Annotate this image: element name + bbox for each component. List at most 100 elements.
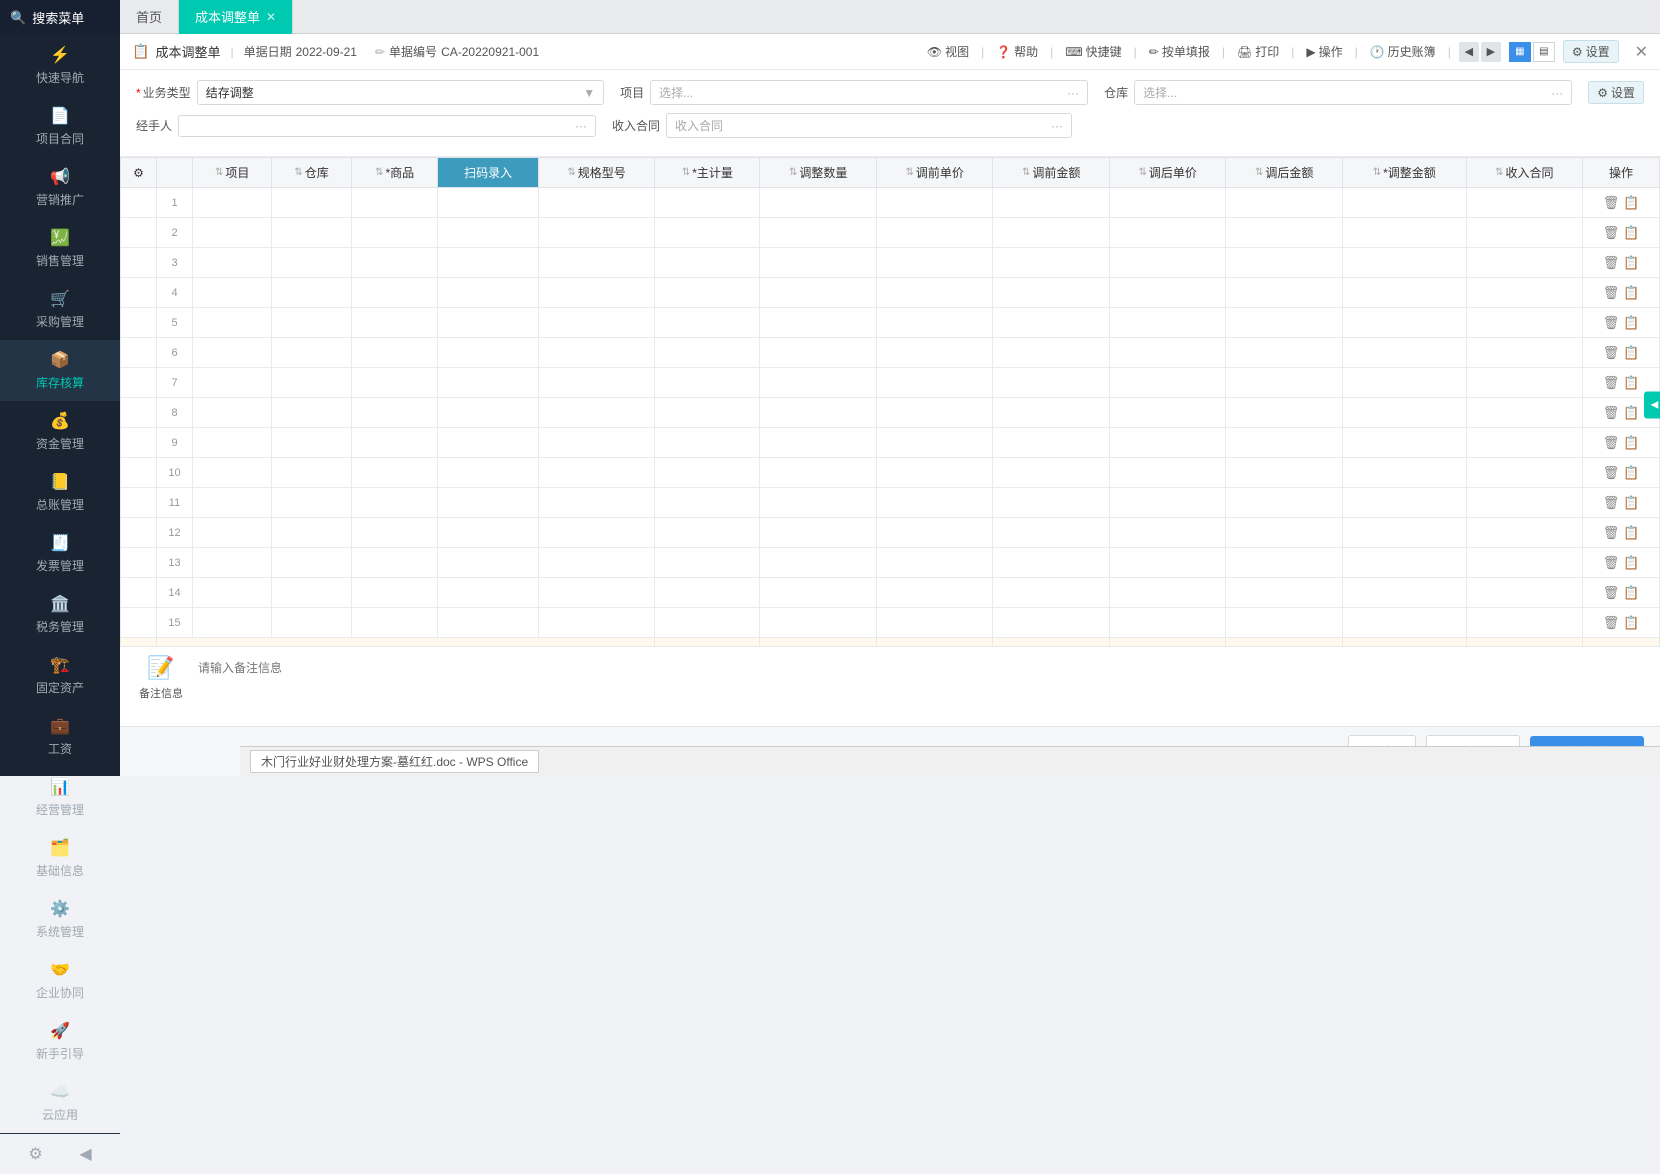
data-cell[interactable]	[193, 488, 272, 518]
data-cell[interactable]	[438, 278, 538, 308]
data-cell[interactable]	[193, 608, 272, 638]
sidebar-search[interactable]: 🔍 搜索菜单	[0, 0, 120, 35]
layout-btn-1[interactable]: ▦	[1509, 42, 1531, 62]
data-cell[interactable]	[1226, 398, 1342, 428]
data-cell[interactable]	[1466, 518, 1582, 548]
data-cell[interactable]	[1109, 368, 1225, 398]
data-cell[interactable]	[272, 428, 351, 458]
copy-icon[interactable]: 📋	[1623, 615, 1639, 631]
delete-icon[interactable]: 🗑	[1603, 585, 1620, 601]
delete-icon[interactable]: 🗑	[1603, 315, 1620, 331]
data-cell[interactable]	[193, 458, 272, 488]
copy-icon[interactable]: 📋	[1623, 345, 1639, 361]
data-cell[interactable]	[760, 398, 876, 428]
delete-icon[interactable]: 🗑	[1603, 255, 1620, 271]
delete-icon[interactable]: 🗑	[1603, 375, 1620, 391]
copy-icon[interactable]: 📋	[1623, 465, 1639, 481]
data-cell[interactable]	[538, 398, 654, 428]
data-cell[interactable]	[351, 368, 438, 398]
data-cell[interactable]	[1226, 248, 1342, 278]
data-cell[interactable]	[1342, 518, 1466, 548]
copy-icon[interactable]: 📋	[1623, 435, 1639, 451]
delete-icon[interactable]: 🗑	[1603, 495, 1620, 511]
sidebar-item-operations-mgmt[interactable]: 📊 经营管理	[0, 767, 120, 828]
sidebar-item-invoice-mgmt[interactable]: 🧾 发票管理	[0, 523, 120, 584]
data-cell[interactable]	[655, 308, 760, 338]
taskbar-item[interactable]: 木门行业好业财处理方案-墓红红.doc - WPS Office	[250, 750, 539, 773]
data-cell[interactable]	[1466, 278, 1582, 308]
data-cell[interactable]	[993, 308, 1109, 338]
handler-input[interactable]: ···	[178, 115, 596, 137]
data-cell[interactable]	[655, 488, 760, 518]
data-cell[interactable]	[760, 518, 876, 548]
data-cell[interactable]	[876, 458, 992, 488]
data-cell[interactable]	[193, 368, 272, 398]
data-cell[interactable]	[993, 398, 1109, 428]
data-cell[interactable]	[1109, 578, 1225, 608]
data-cell[interactable]	[1466, 548, 1582, 578]
data-cell[interactable]	[538, 248, 654, 278]
data-cell[interactable]	[1109, 428, 1225, 458]
data-cell[interactable]	[1466, 398, 1582, 428]
data-cell[interactable]	[351, 338, 438, 368]
delete-icon[interactable]: 🗑	[1603, 285, 1620, 301]
data-cell[interactable]	[272, 578, 351, 608]
data-cell[interactable]	[438, 488, 538, 518]
data-cell[interactable]	[351, 278, 438, 308]
sidebar-item-fund-mgmt[interactable]: 💰 资金管理	[0, 401, 120, 462]
data-cell[interactable]	[1342, 218, 1466, 248]
data-cell[interactable]	[351, 548, 438, 578]
data-cell[interactable]	[193, 338, 272, 368]
data-cell[interactable]	[1342, 548, 1466, 578]
data-cell[interactable]	[272, 278, 351, 308]
tab-close-icon[interactable]: ✕	[266, 10, 276, 24]
data-cell[interactable]	[655, 398, 760, 428]
sidebar-item-fixed-assets[interactable]: 🏗️ 固定资产	[0, 645, 120, 706]
data-cell[interactable]	[1226, 368, 1342, 398]
delete-icon[interactable]: 🗑	[1603, 435, 1620, 451]
data-cell[interactable]	[538, 578, 654, 608]
project-input[interactable]: 选择... ···	[650, 80, 1088, 105]
copy-icon[interactable]: 📋	[1623, 495, 1639, 511]
sidebar-item-system-mgmt[interactable]: ⚙️ 系统管理	[0, 889, 120, 950]
data-cell[interactable]	[351, 398, 438, 428]
data-cell[interactable]	[993, 548, 1109, 578]
data-cell[interactable]	[1342, 338, 1466, 368]
data-cell[interactable]	[193, 188, 272, 218]
data-cell[interactable]	[655, 278, 760, 308]
copy-icon[interactable]: 📋	[1623, 525, 1639, 541]
data-cell[interactable]	[1109, 518, 1225, 548]
data-cell[interactable]	[193, 548, 272, 578]
data-cell[interactable]	[655, 458, 760, 488]
data-cell[interactable]	[1109, 248, 1225, 278]
data-cell[interactable]	[876, 188, 992, 218]
data-cell[interactable]	[760, 428, 876, 458]
data-cell[interactable]	[438, 608, 538, 638]
data-cell[interactable]	[655, 548, 760, 578]
sidebar-item-project-contract[interactable]: 📄 项目合同	[0, 96, 120, 157]
data-cell[interactable]	[1109, 608, 1225, 638]
data-cell[interactable]	[1226, 578, 1342, 608]
sidebar-item-sales-promotion[interactable]: 📢 营销推广	[0, 157, 120, 218]
data-cell[interactable]	[438, 368, 538, 398]
data-cell[interactable]	[993, 578, 1109, 608]
data-cell[interactable]	[193, 428, 272, 458]
data-cell[interactable]	[1466, 578, 1582, 608]
data-cell[interactable]	[193, 218, 272, 248]
data-cell[interactable]	[655, 188, 760, 218]
copy-icon[interactable]: 📋	[1623, 195, 1639, 211]
data-cell[interactable]	[272, 248, 351, 278]
operate-btn[interactable]: ▶ 操作	[1302, 41, 1346, 62]
data-cell[interactable]	[655, 518, 760, 548]
data-cell[interactable]	[1109, 308, 1225, 338]
data-cell[interactable]	[351, 608, 438, 638]
data-cell[interactable]	[655, 368, 760, 398]
data-cell[interactable]	[351, 188, 438, 218]
sidebar-item-ledger-mgmt[interactable]: 📒 总账管理	[0, 462, 120, 523]
data-cell[interactable]	[760, 488, 876, 518]
data-cell[interactable]	[876, 548, 992, 578]
data-cell[interactable]	[876, 488, 992, 518]
sidebar-item-quick-nav[interactable]: ⚡ 快速导航	[0, 35, 120, 96]
data-cell[interactable]	[272, 398, 351, 428]
data-cell[interactable]	[1226, 338, 1342, 368]
